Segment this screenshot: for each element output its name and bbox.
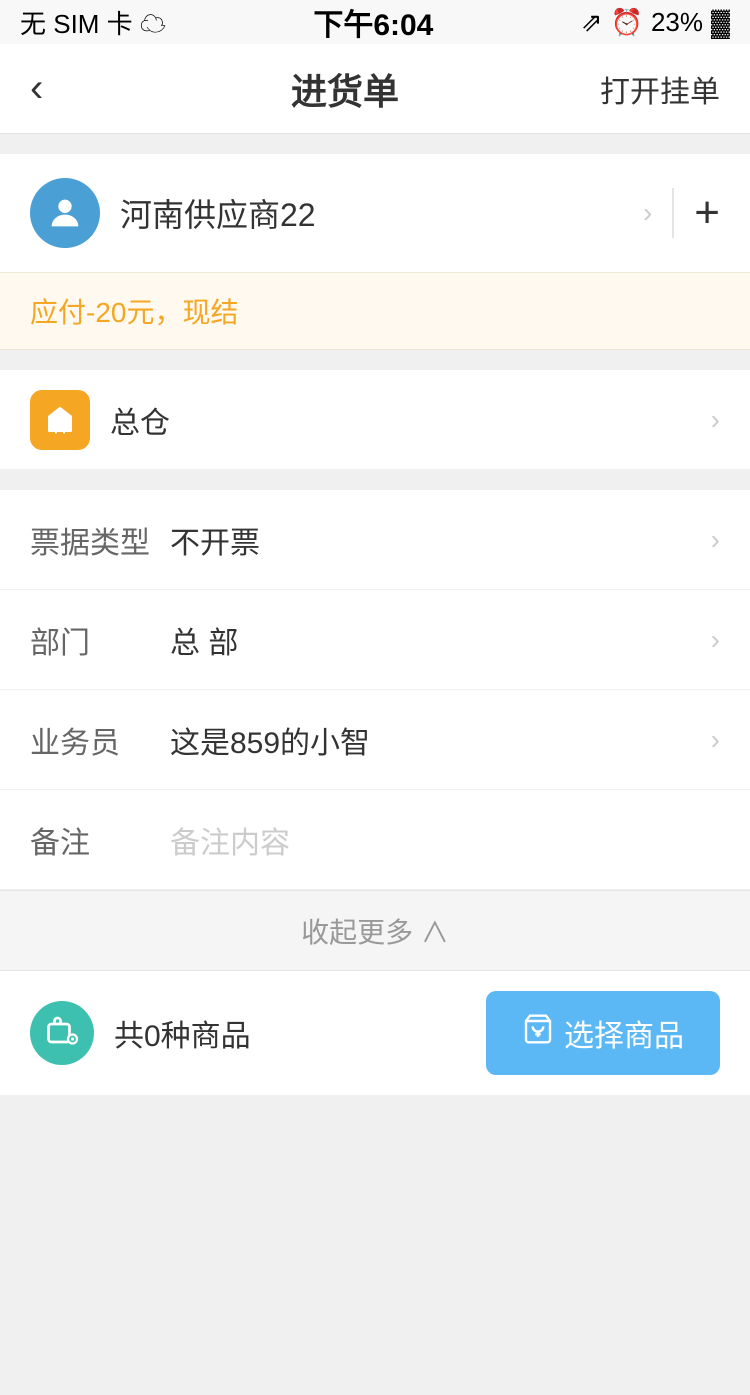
battery-icon: ▓	[711, 7, 730, 38]
department-chevron: ›	[711, 624, 720, 656]
supplier-avatar	[30, 178, 100, 248]
alert-banner: 应付-20元，现结	[0, 272, 750, 350]
remark-value: 备注内容	[170, 818, 720, 862]
warehouse-section: 总仓 ›	[0, 370, 750, 470]
status-left: 无 SIM 卡 ☁	[20, 4, 166, 41]
goods-icon	[44, 1015, 80, 1051]
select-goods-label: 选择商品	[564, 1011, 684, 1055]
select-goods-icon	[522, 1013, 554, 1053]
supplier-chevron: ›	[643, 197, 652, 229]
invoice-type-chevron: ›	[711, 524, 720, 556]
add-supplier-button[interactable]: +	[694, 188, 720, 238]
fields-section: 票据类型 不开票 › 部门 总 部 › 业务员 这是859的小智 › 备注 备注…	[0, 490, 750, 970]
vertical-divider	[672, 188, 674, 238]
goods-icon-wrap	[30, 1001, 94, 1065]
salesperson-label: 业务员	[30, 718, 150, 762]
location-icon: ⇗	[581, 7, 603, 38]
top-divider	[0, 134, 750, 154]
invoice-type-value: 不开票	[170, 518, 711, 562]
salesperson-chevron: ›	[711, 724, 720, 756]
battery-level: 23%	[651, 7, 703, 38]
department-row[interactable]: 部门 总 部 ›	[0, 590, 750, 690]
invoice-type-row[interactable]: 票据类型 不开票 ›	[0, 490, 750, 590]
supplier-name: 河南供应商22	[120, 190, 643, 236]
person-icon	[45, 193, 85, 233]
supplier-section: 河南供应商22 › + 应付-20元，现结	[0, 154, 750, 350]
remark-label: 备注	[30, 818, 150, 862]
gray-area	[0, 1095, 750, 1395]
warehouse-chevron: ›	[711, 404, 720, 436]
alarm-icon: ⏰	[611, 7, 643, 38]
supplier-row[interactable]: 河南供应商22 › +	[0, 154, 750, 272]
remark-row[interactable]: 备注 备注内容	[0, 790, 750, 890]
divider-2	[0, 470, 750, 490]
nav-bar: ‹ 进货单 打开挂单	[0, 44, 750, 134]
salesperson-row[interactable]: 业务员 这是859的小智 ›	[0, 690, 750, 790]
page-title: 进货单	[291, 63, 399, 115]
divider-1	[0, 350, 750, 370]
warehouse-name: 总仓	[110, 398, 711, 442]
open-pending-button[interactable]: 打开挂单	[600, 67, 720, 111]
status-time: 下午6:04	[313, 0, 433, 44]
cart-add-icon	[522, 1013, 554, 1045]
status-bar: 无 SIM 卡 ☁ 下午6:04 ⇗ ⏰ 23% ▓	[0, 0, 750, 44]
department-label: 部门	[30, 618, 150, 662]
invoice-type-label: 票据类型	[30, 518, 150, 562]
bottom-bar: 共0种商品 选择商品	[0, 970, 750, 1095]
back-button[interactable]: ‹	[30, 66, 90, 111]
collapse-button[interactable]: 收起更多 ∧	[0, 890, 750, 970]
collapse-label: 收起更多 ∧	[301, 911, 449, 951]
warehouse-icon	[44, 404, 76, 436]
warehouse-row[interactable]: 总仓 ›	[0, 370, 750, 470]
sim-status: 无 SIM 卡 ☁	[20, 4, 166, 41]
goods-count: 共0种商品	[114, 1011, 486, 1055]
department-value: 总 部	[170, 618, 711, 662]
warehouse-icon-wrap	[30, 390, 90, 450]
salesperson-value: 这是859的小智	[170, 718, 711, 762]
status-right: ⇗ ⏰ 23% ▓	[581, 7, 730, 38]
select-goods-button[interactable]: 选择商品	[486, 991, 720, 1075]
